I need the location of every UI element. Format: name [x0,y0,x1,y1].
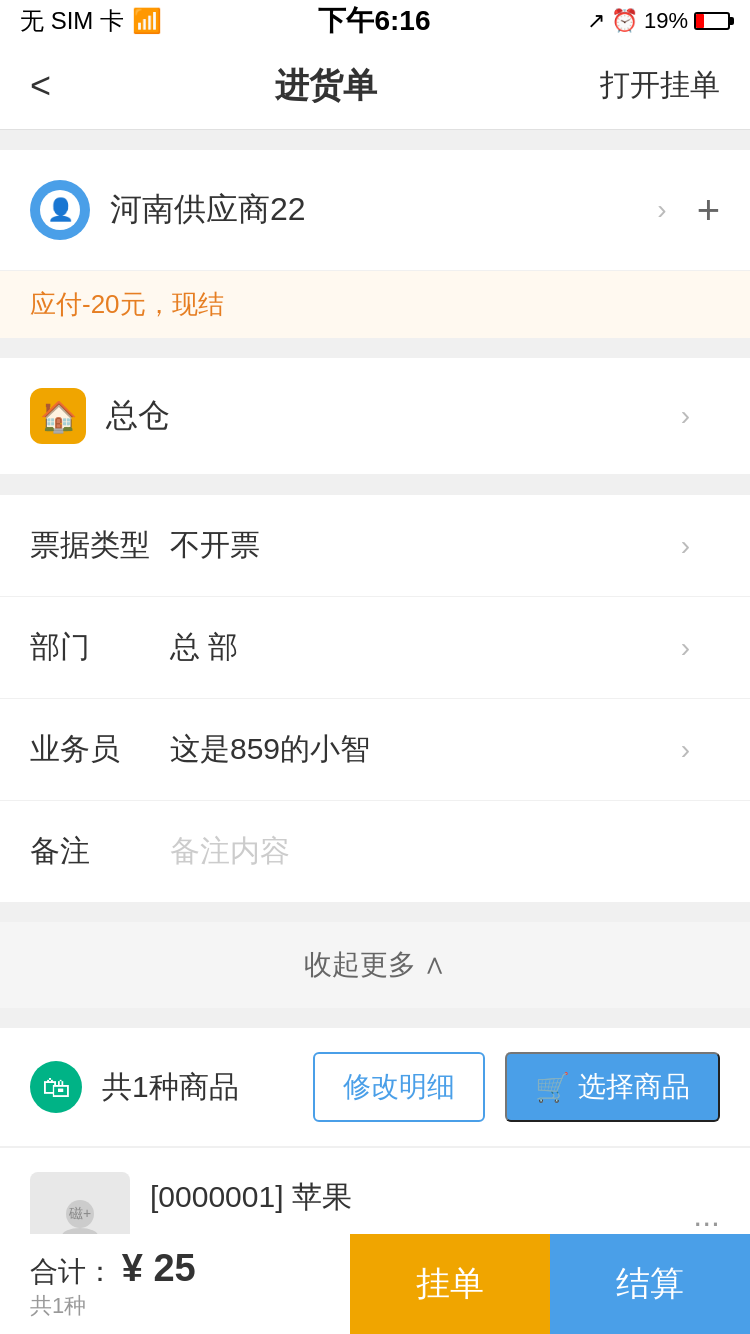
dept-row[interactable]: 部门 总 部 › [0,596,750,698]
carrier-text: 无 SIM 卡 [20,5,124,37]
battery-percent: 19% [644,8,688,34]
edit-detail-button[interactable]: 修改明细 [313,1052,485,1122]
supplier-section: 👤 河南供应商22 › + 应付-20元，现结 [0,150,750,338]
checkout-button[interactable]: 结算 [550,1234,750,1334]
supplier-name: 河南供应商22 [110,188,657,232]
total-count: 共1种 [30,1291,320,1321]
supplier-chevron-icon: › [657,194,666,226]
bag-icon: 🛍 [42,1071,70,1104]
invoice-row[interactable]: 票据类型 不开票 › [0,494,750,596]
warehouse-row[interactable]: 🏠 总仓 › [0,358,750,474]
warehouse-chevron-icon: › [681,400,690,432]
select-product-button[interactable]: 🛒 选择商品 [505,1052,720,1122]
supplier-avatar: 👤 [30,180,90,240]
status-right: ↗ ⏰ 19% [587,8,730,34]
total-amount: ¥ 25 [122,1247,196,1289]
open-hang-button[interactable]: 打开挂单 [600,65,720,106]
total-section: 合计： ¥ 25 共1种 [0,1247,350,1321]
product-code: [0000001] 苹果 [150,1180,352,1213]
bottom-bar: 合计： ¥ 25 共1种 挂单 结算 [0,1234,750,1334]
cart-icon: 🛒 [535,1071,570,1104]
form-section: 票据类型 不开票 › 部门 总 部 › 业务员 这是859的小智 › 备注 备注… [0,494,750,902]
total-line: 合计： ¥ 25 [30,1247,320,1291]
sales-chevron-icon: › [681,734,690,766]
sales-label: 业务员 [30,729,170,770]
add-button[interactable]: + [697,188,720,233]
avatar-inner: 👤 [40,190,80,230]
dept-value: 总 部 [170,627,681,668]
remark-input[interactable]: 备注内容 [170,831,720,872]
products-header: 🛍 共1种商品 修改明细 🛒 选择商品 [0,1028,750,1146]
sales-row[interactable]: 业务员 这是859的小智 › [0,698,750,800]
back-button[interactable]: < [30,65,51,107]
nav-bar: < 进货单 打开挂单 [0,42,750,130]
alarm-icon: ⏰ [611,8,638,34]
remark-row[interactable]: 备注 备注内容 [0,800,750,902]
invoice-label: 票据类型 [30,525,170,566]
remark-label: 备注 [30,831,170,872]
wifi-icon: 📶 [132,7,162,35]
status-left: 无 SIM 卡 📶 [20,5,162,37]
status-time: 下午6:16 [318,2,430,40]
page-title: 进货单 [275,63,377,109]
payment-info: 应付-20元，现结 [0,271,750,338]
status-bar: 无 SIM 卡 📶 下午6:16 ↗ ⏰ 19% [0,0,750,42]
supplier-row[interactable]: 👤 河南供应商22 › + [0,150,750,271]
invoice-chevron-icon: › [681,530,690,562]
products-icon: 🛍 [30,1061,82,1113]
battery-icon [694,12,730,30]
hang-button[interactable]: 挂单 [350,1234,550,1334]
total-label: 合计： [30,1256,114,1287]
collapse-button[interactable]: 收起更多 ∧ [0,922,750,1008]
products-count: 共1种商品 [102,1067,293,1108]
location-icon: ↗ [587,8,605,34]
product-name: [0000001] 苹果 [150,1177,673,1218]
invoice-value: 不开票 [170,525,681,566]
dept-label: 部门 [30,627,170,668]
warehouse-section: 🏠 总仓 › [0,358,750,474]
dept-chevron-icon: › [681,632,690,664]
sales-value: 这是859的小智 [170,729,681,770]
svg-text:磁+: 磁+ [68,1205,91,1221]
warehouse-name: 总仓 [106,394,681,438]
warehouse-icon: 🏠 [30,388,86,444]
